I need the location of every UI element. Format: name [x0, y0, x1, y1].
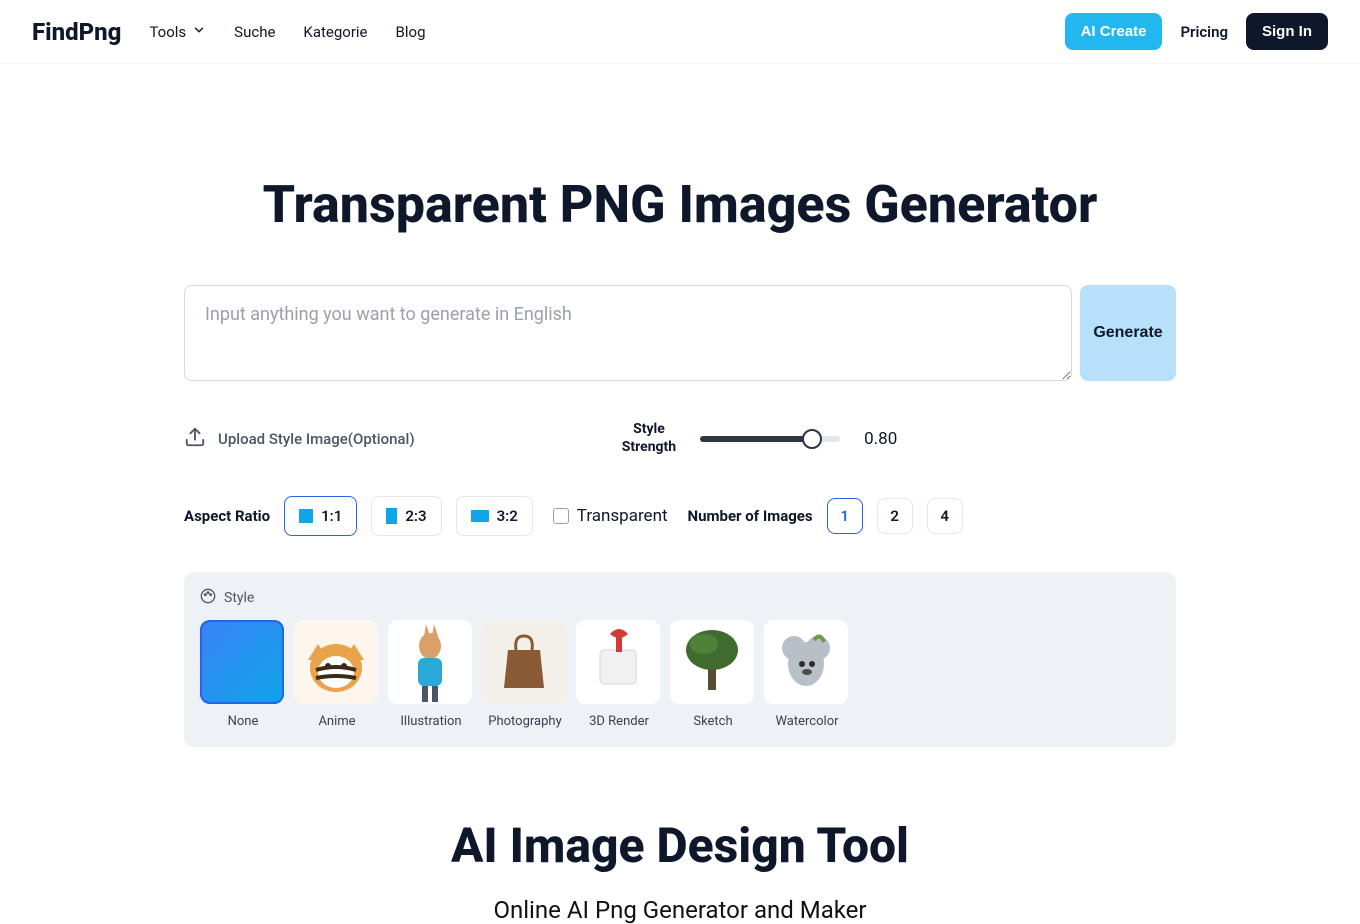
count-1[interactable]: 1	[827, 498, 863, 534]
style-strength-label: Style Strength	[622, 421, 676, 456]
nav-tools-label: Tools	[149, 23, 186, 41]
style-label: None	[200, 714, 286, 729]
aspect-ratio-label: Aspect Ratio	[184, 507, 270, 525]
header-left: FindPng Tools Suche Kategorie Blog	[32, 18, 426, 46]
checkbox-icon	[553, 508, 569, 524]
slider-fill	[700, 436, 812, 442]
slider-thumb[interactable]	[802, 429, 822, 449]
prompt-row: Generate	[184, 285, 1176, 381]
style-panel: Style None Anime Illustration	[184, 572, 1176, 747]
pricing-link[interactable]: Pricing	[1180, 23, 1228, 41]
aspect-ratio-3-2[interactable]: 3:2	[456, 496, 533, 536]
header: FindPng Tools Suche Kategorie Blog AI Cr…	[0, 0, 1360, 64]
transparent-checkbox[interactable]: Transparent	[553, 506, 668, 526]
style-panel-title: Style	[224, 590, 254, 606]
count-2[interactable]: 2	[877, 498, 913, 534]
style-thumb	[482, 620, 566, 704]
aspect-ratio-1-1[interactable]: 1:1	[284, 496, 357, 536]
ratio-swatch-icon	[471, 510, 489, 522]
style-illustration[interactable]: Illustration	[388, 620, 474, 729]
logo[interactable]: FindPng	[32, 18, 121, 46]
nav-suche[interactable]: Suche	[234, 23, 275, 41]
style-strength-label-line2: Strength	[622, 439, 676, 457]
section-subtitle: Online AI Png Generator and Maker	[184, 896, 1176, 924]
upload-icon	[184, 426, 206, 452]
style-watercolor[interactable]: Watercolor	[764, 620, 850, 729]
palette-icon	[200, 588, 216, 608]
ai-create-button[interactable]: AI Create	[1065, 13, 1163, 50]
upload-label: Upload Style Image(Optional)	[218, 430, 415, 448]
generate-button[interactable]: Generate	[1080, 285, 1176, 381]
style-label: Illustration	[388, 714, 474, 729]
ratio-swatch-icon	[299, 509, 313, 523]
count-4[interactable]: 4	[927, 498, 963, 534]
style-thumb	[670, 620, 754, 704]
ratio-label: 3:2	[497, 507, 518, 525]
style-photography[interactable]: Photography	[482, 620, 568, 729]
style-label: Photography	[482, 714, 568, 729]
style-label: Sketch	[670, 714, 756, 729]
nav-kategorie[interactable]: Kategorie	[303, 23, 367, 41]
style-thumb	[576, 620, 660, 704]
ratio-swatch-icon	[386, 508, 397, 524]
style-thumb	[764, 620, 848, 704]
header-right: AI Create Pricing Sign In	[1065, 13, 1328, 50]
nav-blog[interactable]: Blog	[396, 23, 426, 41]
style-sketch[interactable]: Sketch	[670, 620, 756, 729]
style-panel-header: Style	[200, 588, 1160, 608]
style-thumb	[388, 620, 472, 704]
sign-in-button[interactable]: Sign In	[1246, 13, 1328, 50]
ratio-label: 2:3	[405, 507, 426, 525]
chevron-down-icon	[192, 23, 206, 41]
upload-style-image[interactable]: Upload Style Image(Optional)	[184, 426, 415, 452]
section-title: AI Image Design Tool	[184, 817, 1176, 874]
number-images-label: Number of Images	[688, 507, 813, 525]
style-label: Watercolor	[764, 714, 850, 729]
page-title: Transparent PNG Images Generator	[184, 174, 1176, 235]
prompt-input[interactable]	[184, 285, 1072, 381]
style-thumb	[294, 620, 378, 704]
style-list: None Anime Illustration Photography	[200, 620, 1160, 729]
style-strength-label-line1: Style	[622, 421, 676, 439]
transparent-label: Transparent	[577, 506, 668, 526]
nav-tools[interactable]: Tools	[149, 23, 206, 41]
style-thumb	[200, 620, 284, 704]
style-label: 3D Render	[576, 714, 662, 729]
style-label: Anime	[294, 714, 380, 729]
aspect-ratio-2-3[interactable]: 2:3	[371, 496, 441, 536]
options-row-2: Aspect Ratio 1:1 2:3 3:2 Transparent Num…	[184, 496, 1176, 536]
style-strength-value: 0.80	[864, 429, 897, 449]
style-strength-slider[interactable]	[700, 429, 840, 449]
style-3d-render[interactable]: 3D Render	[576, 620, 662, 729]
style-anime[interactable]: Anime	[294, 620, 380, 729]
ratio-label: 1:1	[321, 507, 342, 525]
style-none[interactable]: None	[200, 620, 286, 729]
options-row-1: Upload Style Image(Optional) Style Stren…	[184, 421, 1176, 456]
